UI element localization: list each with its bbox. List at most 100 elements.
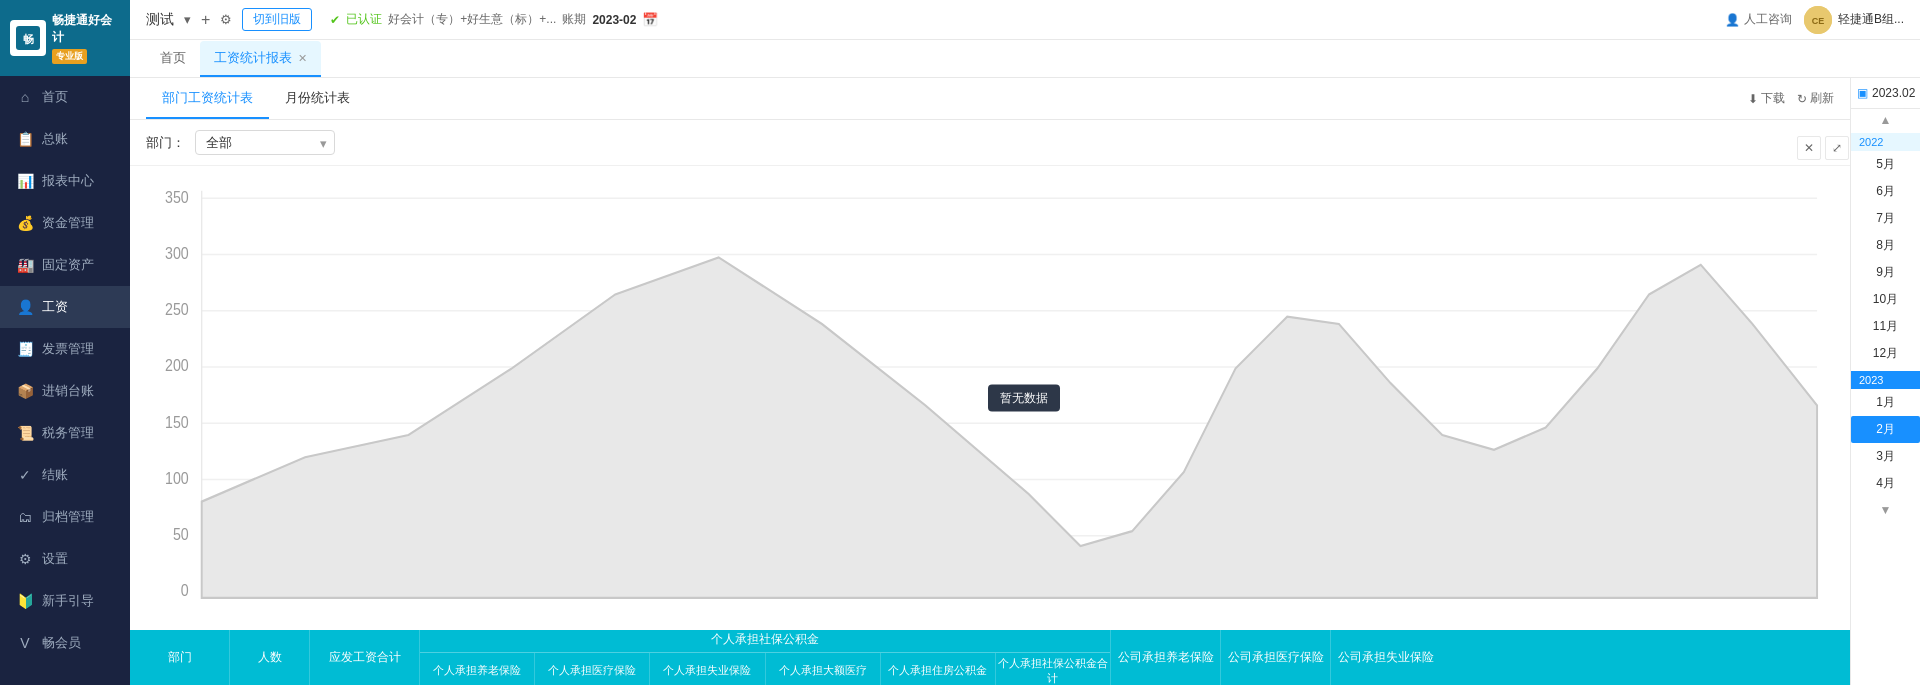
sidebar-item-home[interactable]: ⌂ 首页 [0,76,130,118]
topbar-dropdown[interactable]: ▾ [184,12,191,27]
ledger-icon: 📋 [16,131,34,147]
month-2022-10[interactable]: 10月 [1851,286,1920,313]
settings-icon: ⚙ [16,551,34,567]
sub-tab-dept-label: 部门工资统计表 [162,90,253,105]
sidebar-item-label: 首页 [42,88,68,106]
svg-text:CE: CE [1812,16,1825,26]
filter-bar: 部门： 全部 [130,120,1850,166]
sidebar-item-settle[interactable]: ✓ 结账 [0,454,130,496]
month-2023-02[interactable]: 2月 [1851,416,1920,443]
tab-home-label: 首页 [160,49,186,67]
scroll-up-button[interactable]: ▲ [1851,109,1920,131]
payroll-icon: 👤 [16,299,34,315]
download-icon: ⬇ [1748,92,1758,106]
month-2023-01[interactable]: 1月 [1851,389,1920,416]
main-area: 测试 ▾ + ⚙ 切到旧版 ✔ 已认证 好会计（专）+好生意（标）+... 账期… [130,0,1920,685]
month-2022-11[interactable]: 11月 [1851,313,1920,340]
funds-icon: 💰 [16,215,34,231]
sidebar-item-ledger[interactable]: 📋 总账 [0,118,130,160]
svg-text:250: 250 [165,300,189,318]
sidebar-item-archive[interactable]: 🗂 归档管理 [0,496,130,538]
month-2022-09[interactable]: 9月 [1851,259,1920,286]
svg-text:畅: 畅 [23,33,34,45]
home-icon: ⌂ [16,89,34,105]
settle-icon: ✓ [16,467,34,483]
sidebar-item-label: 工资 [42,298,68,316]
col-personal-housing: 个人承担住房公积金 [881,653,996,686]
sidebar-item-member[interactable]: V 畅会员 [0,622,130,664]
inventory-icon: 📦 [16,383,34,399]
sidebar-item-label: 进销台账 [42,382,94,400]
close-panel-button[interactable]: ✕ [1797,136,1821,160]
period-label: 账期 [562,11,586,28]
filter-icon: ▣ [1857,86,1868,100]
month-2022-05[interactable]: 5月 [1851,151,1920,178]
col-count: 人数 [230,630,310,685]
tab-payroll-report-label: 工资统计报表 [214,49,292,67]
month-2022-06[interactable]: 6月 [1851,178,1920,205]
col-personal-pension: 个人承担养老保险 [420,653,535,686]
tab-home[interactable]: 首页 [146,41,200,77]
year-2023[interactable]: 2023 [1851,371,1920,389]
sub-tab-dept[interactable]: 部门工资统计表 [146,79,269,119]
scroll-down-button[interactable]: ▼ [1851,499,1920,521]
sidebar-item-label: 资金管理 [42,214,94,232]
expand-panel-button[interactable]: ⤢ [1825,136,1849,160]
col-company-medical: 公司承担医疗保险 [1221,630,1331,685]
sidebar-item-settings[interactable]: ⚙ 设置 [0,538,130,580]
refresh-icon: ↻ [1797,92,1807,106]
sub-tab-month[interactable]: 月份统计表 [269,79,366,119]
svg-text:0: 0 [181,581,189,599]
sidebar-item-tax[interactable]: 📜 税务管理 [0,412,130,454]
sidebar-item-funds[interactable]: 💰 资金管理 [0,202,130,244]
sidebar-item-inventory[interactable]: 📦 进销台账 [0,370,130,412]
sidebar-item-invoice[interactable]: 🧾 发票管理 [0,328,130,370]
topbar-right: 👤 人工咨询 CE 轻捷通B组... [1725,6,1904,34]
sidebar-item-label: 设置 [42,550,68,568]
sidebar-item-assets[interactable]: 🏭 固定资产 [0,244,130,286]
month-2022-12[interactable]: 12月 [1851,340,1920,367]
assets-icon: 🏭 [16,257,34,273]
year-2023-label: 2023 [1859,374,1883,386]
tab-payroll-report[interactable]: 工资统计报表 ✕ [200,41,321,77]
sidebar-item-label: 报表中心 [42,172,94,190]
period-value: 2023-02 [592,13,636,27]
svg-text:200: 200 [165,356,189,374]
col-dept: 部门 [130,630,230,685]
month-2023-04[interactable]: 4月 [1851,470,1920,497]
certified-label: 已认证 [346,11,382,28]
month-2022-08[interactable]: 8月 [1851,232,1920,259]
chart-container: 350 300 250 200 150 100 50 0 [150,176,1830,620]
panel-controls: ✕ ⤢ [1797,136,1849,160]
switch-version-button[interactable]: 切到旧版 [242,8,312,31]
svg-text:50: 50 [173,525,189,543]
year-2022[interactable]: 2022 [1851,133,1920,151]
refresh-button[interactable]: ↻ 刷新 [1797,90,1834,107]
username: 轻捷通B组... [1838,11,1904,28]
topbar: 测试 ▾ + ⚙ 切到旧版 ✔ 已认证 好会计（专）+好生意（标）+... 账期… [130,0,1920,40]
topbar-add-button[interactable]: + [201,11,210,29]
help-button[interactable]: 👤 人工咨询 [1725,11,1792,28]
accounting-info: 好会计（专）+好生意（标）+... [388,11,556,28]
month-2023-03[interactable]: 3月 [1851,443,1920,470]
sidebar-item-reports[interactable]: 📊 报表中心 [0,160,130,202]
download-button[interactable]: ⬇ 下载 [1748,90,1785,107]
calendar-icon[interactable]: 📅 [642,12,658,27]
col-group-personal-cells: 个人承担养老保险 个人承担医疗保险 个人承担失业保险 个人承担大额医疗 个人承担… [420,653,1110,686]
svg-text:300: 300 [165,244,189,262]
sidebar-item-guide[interactable]: 🔰 新手引导 [0,580,130,622]
dept-select[interactable]: 全部 [195,130,335,155]
current-period: 2023.02 [1872,86,1915,100]
sidebar-item-label: 总账 [42,130,68,148]
svg-text:350: 350 [165,188,189,206]
sub-tab-actions: ⬇ 下载 ↻ 刷新 [1748,90,1834,107]
sidebar-item-payroll[interactable]: 👤 工资 [0,286,130,328]
date-section-2022: 2022 5月 6月 7月 8月 9月 10月 11月 12月 [1851,131,1920,369]
col-total-salary: 应发工资合计 [310,630,420,685]
user-avatar: CE [1804,6,1832,34]
month-2022-07[interactable]: 7月 [1851,205,1920,232]
sidebar-nav: ⌂ 首页 📋 总账 📊 报表中心 💰 资金管理 🏭 固定资产 👤 工资 🧾 发票… [0,76,130,685]
tab-close-icon[interactable]: ✕ [298,52,307,65]
topbar-settings-icon[interactable]: ⚙ [220,12,232,27]
logo-icon: 畅 [10,20,46,56]
